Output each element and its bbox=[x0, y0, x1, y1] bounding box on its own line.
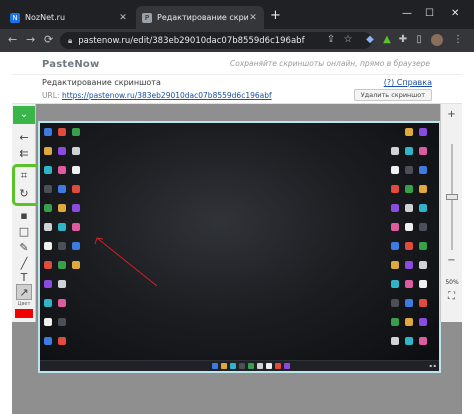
zoom-out-button[interactable]: − bbox=[444, 254, 459, 268]
taskbar-app-icon bbox=[221, 363, 227, 369]
blur-button[interactable]: ▪ bbox=[16, 208, 32, 224]
puzzle-icon[interactable]: ✚ bbox=[397, 34, 409, 46]
page-title: Редактирование скриншота bbox=[42, 78, 161, 87]
arrow-annotation-line bbox=[96, 237, 158, 287]
fit-screen-button[interactable]: ⛶ bbox=[444, 290, 459, 304]
lock-icon: 🔒︎ bbox=[68, 35, 73, 45]
close-tab-icon[interactable]: ✕ bbox=[118, 13, 128, 23]
arrow-annotation bbox=[94, 237, 158, 287]
tab-title: Редактирование скриншота - P bbox=[157, 13, 248, 22]
taskbar-app-icon bbox=[230, 363, 236, 369]
maximize-button[interactable]: ☐ bbox=[425, 8, 434, 19]
menu-dots-icon[interactable]: ⋮ bbox=[452, 34, 464, 46]
pastenow-favicon-icon: P bbox=[142, 12, 152, 23]
forward-button[interactable]: → bbox=[26, 34, 35, 46]
zoom-in-button[interactable]: + bbox=[444, 108, 459, 122]
close-tab-icon[interactable]: ✕ bbox=[248, 13, 258, 23]
site-logo[interactable]: PasteNow bbox=[42, 59, 99, 70]
image-editor: ⌄ ← ⇇ ⌗ ↻ ▪ □ ✎ ╱ T ↗ ▮ Цвет bbox=[12, 104, 462, 414]
save-button[interactable]: ⌄ bbox=[13, 106, 35, 124]
blur-icon: ▪ bbox=[20, 209, 28, 222]
address-text: pastenow.ru/edit/383eb29010dac07b8559d6c… bbox=[78, 35, 305, 46]
right-toolbar: + − 50% ⛶ bbox=[440, 104, 462, 322]
screenshot-url-link[interactable]: https://pastenow.ru/383eb29010dac07b8559… bbox=[62, 91, 272, 100]
pencil-icon: ✎ bbox=[19, 241, 29, 254]
zoom-slider-handle[interactable] bbox=[446, 194, 458, 200]
share-icon[interactable]: ⇪ bbox=[325, 34, 337, 46]
chevron-down-icon: ⌄ bbox=[19, 109, 29, 120]
taskbar-clock: ▪ ▪ bbox=[429, 363, 436, 368]
pastenow-extension-icon[interactable]: ▲ bbox=[381, 34, 393, 46]
zoom-level: 50% bbox=[445, 279, 459, 286]
tab-pastenow[interactable]: P Редактирование скриншота - P ✕ bbox=[136, 6, 264, 29]
zoom-in-icon: + bbox=[447, 109, 456, 120]
undo-all-button[interactable]: ⇇ bbox=[16, 146, 32, 162]
close-window-button[interactable]: ✕ bbox=[451, 8, 459, 19]
undo-icon: ← bbox=[19, 131, 29, 144]
taskbar-app-icon bbox=[248, 363, 254, 369]
color-picker[interactable] bbox=[15, 309, 33, 318]
star-icon[interactable]: ☆ bbox=[342, 34, 354, 46]
site-tagline: Сохраняйте скриншоты онлайн, прямо в бра… bbox=[229, 59, 430, 68]
heading-row: Редактирование скриншота (?) Справка bbox=[12, 74, 462, 88]
crop-rotate-highlight bbox=[12, 164, 41, 206]
taskbar-app-icon bbox=[212, 363, 218, 369]
delete-screenshot-button[interactable]: Удалить скриншот bbox=[353, 89, 432, 101]
tab-noznet[interactable]: N NozNet.ru ✕ bbox=[4, 6, 134, 29]
taskbar-app-icon bbox=[284, 363, 290, 369]
site-header: PasteNow Сохраняйте скриншоты онлайн, пр… bbox=[12, 52, 462, 104]
browser-tab-bar: N NozNet.ru ✕ P Редактирование скриншота… bbox=[0, 0, 474, 29]
noznet-favicon-icon: N bbox=[10, 12, 20, 23]
rectangle-icon: □ bbox=[18, 225, 30, 238]
sidebar-icon[interactable]: ▯ bbox=[413, 34, 425, 46]
pencil-button[interactable]: ✎ bbox=[16, 240, 32, 256]
arrow-annotation-head bbox=[94, 237, 104, 245]
taskbar-app-icon bbox=[266, 363, 272, 369]
extension-icon[interactable]: ◆ bbox=[364, 34, 376, 46]
fit-screen-icon: ⛶ bbox=[448, 291, 455, 302]
undo-button[interactable]: ← bbox=[16, 130, 32, 146]
reload-button[interactable]: ⟳ bbox=[44, 34, 53, 46]
browser-toolbar: ← → ⟳ 🔒︎ pastenow.ru/edit/383eb29010dac0… bbox=[0, 29, 474, 52]
screenshot-canvas[interactable]: ▪ ▪ bbox=[38, 121, 441, 373]
taskbar-app-icon bbox=[239, 363, 245, 369]
avatar[interactable] bbox=[431, 34, 443, 46]
left-toolbar: ⌄ ← ⇇ ⌗ ↻ ▪ □ ✎ ╱ T ↗ ▮ Цвет bbox=[12, 104, 41, 322]
help-link[interactable]: (?) Справка bbox=[384, 78, 432, 87]
page-content: PasteNow Сохраняйте скриншоты онлайн, пр… bbox=[0, 52, 474, 414]
zoom-out-icon: − bbox=[447, 255, 456, 266]
taskbar-app-icon bbox=[275, 363, 281, 369]
line-icon: ╱ bbox=[20, 257, 28, 270]
tab-title: NozNet.ru bbox=[25, 13, 66, 22]
color-label: Цвет bbox=[17, 301, 31, 307]
back-button[interactable]: ← bbox=[8, 34, 17, 46]
new-tab-button[interactable]: + bbox=[270, 9, 281, 22]
minimize-button[interactable]: — bbox=[402, 8, 412, 19]
rectangle-button[interactable]: □ bbox=[16, 224, 32, 240]
text-icon: T bbox=[20, 271, 28, 284]
taskbar-app-icon bbox=[257, 363, 263, 369]
url-label: URL: bbox=[42, 91, 60, 100]
taskbar: ▪ ▪ bbox=[40, 360, 439, 371]
undo-all-icon: ⇇ bbox=[19, 147, 29, 160]
